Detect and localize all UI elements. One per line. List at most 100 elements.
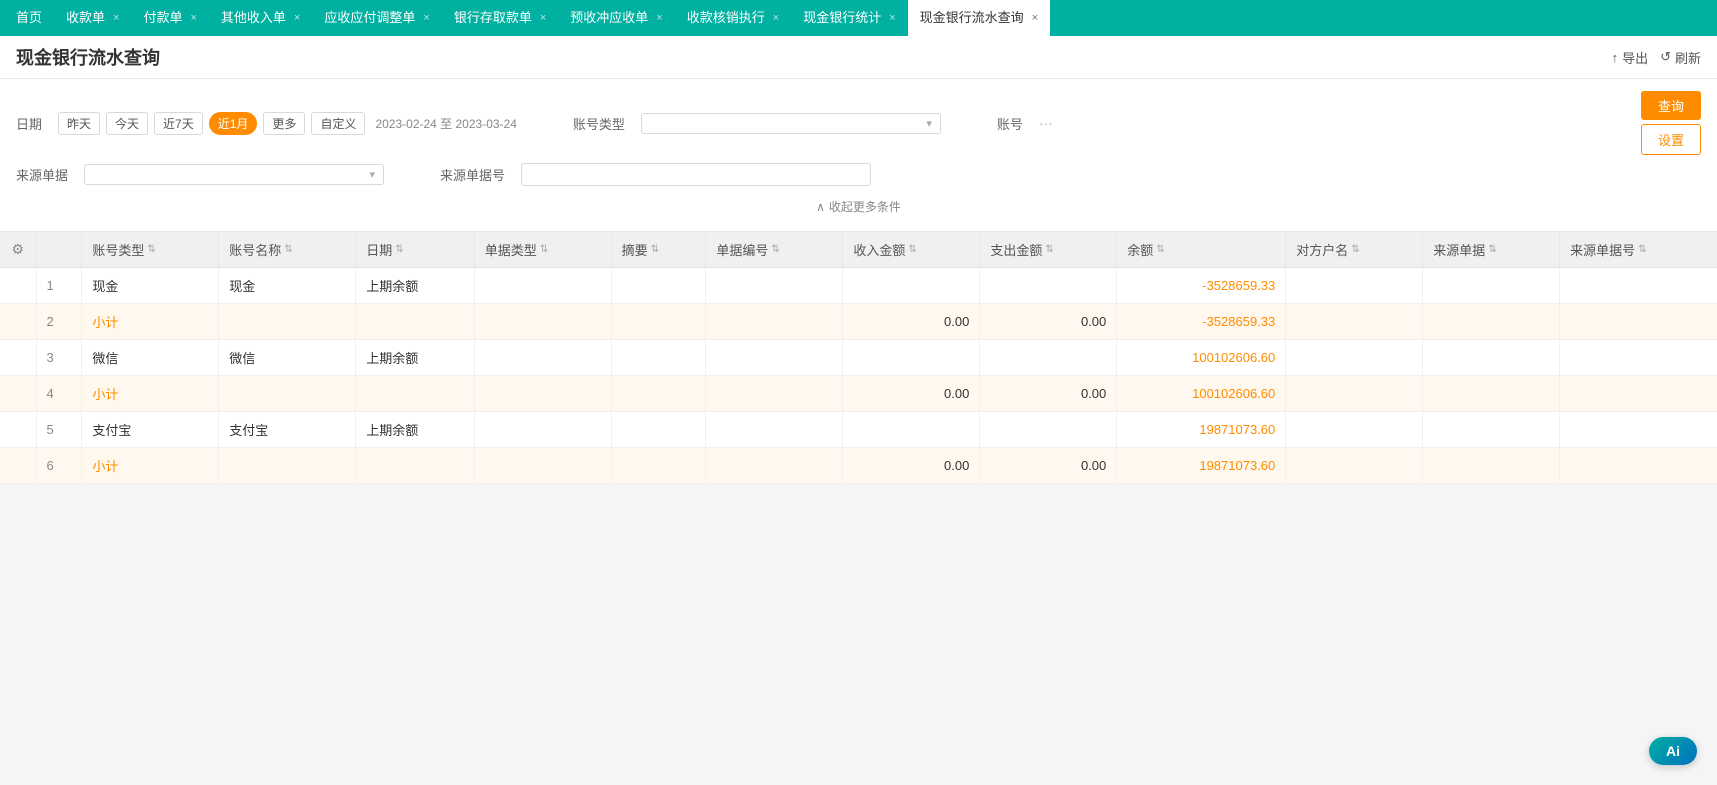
source-doc-num-input[interactable]	[521, 163, 871, 186]
table-cell	[219, 304, 356, 340]
sort-icon-date[interactable]: ⇅	[395, 244, 403, 255]
account-label: 账号	[997, 114, 1023, 133]
table-cell	[1560, 448, 1717, 484]
table-cell: 0.00	[843, 376, 980, 412]
gear-icon[interactable]: ⚙	[11, 241, 24, 257]
sort-icon-source-doc-num[interactable]: ⇅	[1638, 244, 1646, 255]
sort-icon-account-type[interactable]: ⇅	[147, 244, 155, 255]
account-type-select[interactable]: ▾	[641, 113, 941, 134]
sort-icon-income[interactable]: ⇅	[908, 244, 916, 255]
date-btn-more[interactable]: 更多	[263, 112, 305, 135]
table-cell: 现金	[82, 268, 219, 304]
source-doc-label: 来源单据	[16, 165, 68, 184]
table-cell: 小计	[82, 304, 219, 340]
nav-prepay-close[interactable]: ×	[656, 0, 662, 36]
table-cell	[0, 304, 36, 340]
table-cell	[1286, 340, 1423, 376]
collapse-bar[interactable]: ∧ 收起更多条件	[16, 194, 1701, 219]
table-cell	[1423, 268, 1560, 304]
date-btn-yesterday[interactable]: 昨天	[58, 112, 100, 135]
date-btn-7days[interactable]: 近7天	[154, 112, 203, 135]
sort-icon-expense[interactable]: ⇅	[1045, 244, 1053, 255]
sort-icon-summary[interactable]: ⇅	[651, 244, 659, 255]
table-cell	[1423, 304, 1560, 340]
query-button[interactable]: 查询	[1641, 91, 1701, 120]
nav-cash-flow-close[interactable]: ×	[1032, 0, 1038, 36]
th-expense-label: 支出金额	[990, 240, 1042, 259]
table-cell	[1423, 376, 1560, 412]
nav-cash-flow[interactable]: 现金银行流水查询 ×	[908, 0, 1050, 36]
table-cell: -3528659.33	[1117, 304, 1286, 340]
nav-home[interactable]: 首页	[4, 0, 54, 36]
table-cell	[611, 412, 706, 448]
table-cell	[219, 376, 356, 412]
sort-icon-doc-num[interactable]: ⇅	[771, 244, 779, 255]
table-cell: 支付宝	[82, 412, 219, 448]
table-cell	[611, 448, 706, 484]
table-cell: 3	[36, 340, 82, 376]
nav-prepay[interactable]: 预收冲应收单 ×	[558, 0, 674, 36]
date-btn-custom[interactable]: 自定义	[311, 112, 365, 135]
table-cell	[706, 304, 843, 340]
nav-receipts[interactable]: 收款单 ×	[54, 0, 131, 36]
table-row[interactable]: 1现金现金上期余额-3528659.33	[0, 268, 1717, 304]
nav-receipts-close[interactable]: ×	[113, 0, 119, 36]
nav-other-income[interactable]: 其他收入单 ×	[209, 0, 312, 36]
nav-bank-deposit[interactable]: 银行存取款单 ×	[442, 0, 558, 36]
sort-icon-counterpart[interactable]: ⇅	[1351, 244, 1359, 255]
ai-badge[interactable]: Ai	[1649, 737, 1697, 765]
nav-settlement-close[interactable]: ×	[773, 0, 779, 36]
setting-button[interactable]: 设置	[1641, 124, 1701, 155]
table-cell: 小计	[82, 448, 219, 484]
refresh-label: 刷新	[1675, 48, 1701, 67]
sort-icon-doc-type[interactable]: ⇅	[540, 244, 548, 255]
table-row[interactable]: 2小计0.000.00-3528659.33	[0, 304, 1717, 340]
nav-other-income-close[interactable]: ×	[294, 0, 300, 36]
nav-cash-stats-close[interactable]: ×	[889, 0, 895, 36]
filter-area: 日期 昨天 今天 近7天 近1月 更多 自定义 2023-02-24 至 202…	[0, 79, 1717, 232]
table-row[interactable]: 6小计0.000.0019871073.60	[0, 448, 1717, 484]
sort-icon-balance[interactable]: ⇅	[1156, 244, 1164, 255]
refresh-button[interactable]: ↺ 刷新	[1660, 48, 1701, 67]
nav-settlement[interactable]: 收款核销执行 ×	[675, 0, 791, 36]
th-account-name: 账号名称 ⇅	[219, 232, 356, 268]
table-cell: 上期余额	[356, 268, 474, 304]
table-cell	[1423, 412, 1560, 448]
sort-icon-account-name[interactable]: ⇅	[284, 244, 292, 255]
source-doc-select[interactable]: ▾	[84, 164, 384, 185]
action-buttons: 查询 设置	[1641, 91, 1701, 155]
table-cell: 4	[36, 376, 82, 412]
table-cell	[706, 268, 843, 304]
export-icon: ↑	[1612, 50, 1619, 65]
nav-bank-deposit-close[interactable]: ×	[540, 0, 546, 36]
table-cell	[356, 304, 474, 340]
th-income: 收入金额 ⇅	[843, 232, 980, 268]
nav-ar-ap-adjust-label: 应收应付调整单	[324, 0, 415, 36]
nav-cash-stats[interactable]: 现金银行统计 ×	[791, 0, 907, 36]
date-btn-today[interactable]: 今天	[106, 112, 148, 135]
export-button[interactable]: ↑ 导出	[1612, 48, 1649, 67]
table-cell	[1560, 304, 1717, 340]
table-container: ⚙ 账号类型 ⇅ 账号名称 ⇅ 日期	[0, 232, 1717, 484]
account-type-chevron: ▾	[926, 117, 932, 130]
nav-ar-ap-adjust-close[interactable]: ×	[423, 0, 429, 36]
th-doc-num: 单据编号 ⇅	[706, 232, 843, 268]
nav-bank-deposit-label: 银行存取款单	[454, 0, 532, 36]
table-cell: 微信	[82, 340, 219, 376]
table-cell	[843, 412, 980, 448]
table-row[interactable]: 3微信微信上期余额100102606.60	[0, 340, 1717, 376]
date-btn-1month[interactable]: 近1月	[209, 112, 258, 135]
table-cell	[611, 376, 706, 412]
table-cell: 2	[36, 304, 82, 340]
sort-icon-source-doc[interactable]: ⇅	[1488, 244, 1496, 255]
source-doc-num-label: 来源单据号	[440, 165, 505, 184]
table-row[interactable]: 4小计0.000.00100102606.60	[0, 376, 1717, 412]
table-row[interactable]: 5支付宝支付宝上期余额19871073.60	[0, 412, 1717, 448]
nav-payments-close[interactable]: ×	[190, 0, 196, 36]
table-cell: 5	[36, 412, 82, 448]
nav-receipts-label: 收款单	[66, 0, 105, 36]
nav-payments[interactable]: 付款单 ×	[131, 0, 208, 36]
nav-ar-ap-adjust[interactable]: 应收应付调整单 ×	[312, 0, 441, 36]
header-actions: ↑ 导出 ↺ 刷新	[1612, 48, 1701, 67]
account-dots[interactable]: ···	[1039, 115, 1053, 131]
